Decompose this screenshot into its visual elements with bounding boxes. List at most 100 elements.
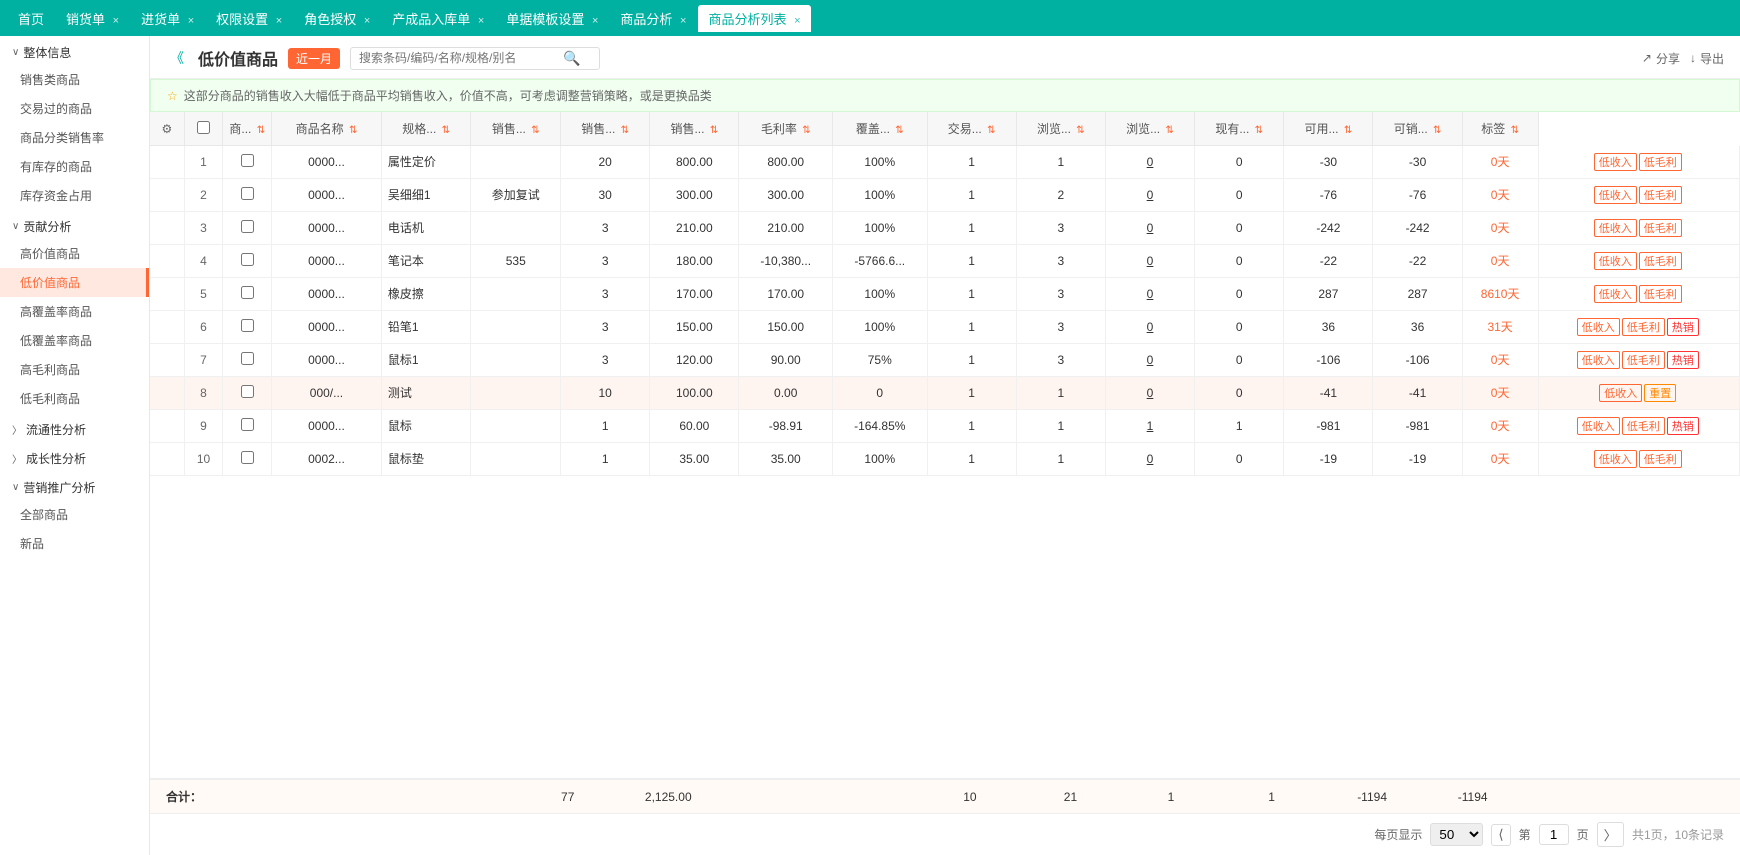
close-icon[interactable]: × bbox=[276, 15, 282, 27]
row-checkbox[interactable] bbox=[241, 154, 254, 167]
column-transactions[interactable]: 交易... ⇅ bbox=[927, 112, 1016, 146]
cell-checkbox[interactable] bbox=[223, 343, 272, 376]
nav-roles[interactable]: 角色授权 × bbox=[294, 5, 380, 32]
row-checkbox[interactable] bbox=[241, 286, 254, 299]
views-link[interactable]: 0 bbox=[1147, 155, 1154, 169]
column-name[interactable]: 商品名称 ⇅ bbox=[272, 112, 382, 146]
sidebar-item-high-coverage[interactable]: 高覆盖率商品 bbox=[0, 297, 149, 326]
column-sales-amount[interactable]: 销售... ⇅ bbox=[561, 112, 650, 146]
nav-product-analysis-list[interactable]: 商品分析列表 × bbox=[698, 5, 810, 32]
column-checkbox[interactable] bbox=[184, 112, 223, 146]
sidebar-item-sales-products[interactable]: 销售类商品 bbox=[0, 65, 149, 94]
views-link[interactable]: 1 bbox=[1147, 419, 1154, 433]
row-checkbox[interactable] bbox=[241, 253, 254, 266]
nav-purchase-order[interactable]: 进货单 × bbox=[131, 5, 204, 32]
cell-checkbox[interactable] bbox=[223, 146, 272, 179]
close-icon[interactable]: × bbox=[794, 15, 800, 27]
row-checkbox[interactable] bbox=[241, 451, 254, 464]
views-link[interactable]: 0 bbox=[1147, 386, 1154, 400]
sidebar-item-all-products[interactable]: 全部商品 bbox=[0, 500, 149, 529]
column-available-stock[interactable]: 可用... ⇅ bbox=[1284, 112, 1373, 146]
sidebar-section-title-growth[interactable]: 〉 成长性分析 bbox=[0, 442, 149, 471]
select-all-checkbox[interactable] bbox=[197, 121, 210, 134]
sidebar-item-traded-products[interactable]: 交易过的商品 bbox=[0, 94, 149, 123]
sidebar-item-new-products[interactable]: 新品 bbox=[0, 529, 149, 558]
cell-views1[interactable]: 0 bbox=[1105, 244, 1194, 277]
cell-views1[interactable]: 0 bbox=[1105, 146, 1194, 179]
sidebar-item-low-value[interactable]: 低价值商品 bbox=[0, 268, 149, 297]
sidebar-item-low-coverage[interactable]: 低覆盖率商品 bbox=[0, 326, 149, 355]
row-checkbox[interactable] bbox=[241, 352, 254, 365]
views-link[interactable]: 0 bbox=[1147, 353, 1154, 367]
cell-checkbox[interactable] bbox=[223, 178, 272, 211]
row-checkbox[interactable] bbox=[241, 319, 254, 332]
column-margin[interactable]: 毛利率 ⇅ bbox=[739, 112, 833, 146]
sidebar-item-high-value[interactable]: 高价值商品 bbox=[0, 239, 149, 268]
close-icon[interactable]: × bbox=[113, 15, 119, 27]
share-button[interactable]: ↗ 分享 bbox=[1642, 50, 1680, 67]
sidebar-item-stocked-products[interactable]: 有库存的商品 bbox=[0, 152, 149, 181]
nav-product-analysis[interactable]: 商品分析 × bbox=[610, 5, 696, 32]
close-icon[interactable]: × bbox=[364, 15, 370, 27]
cell-views1[interactable]: 0 bbox=[1105, 310, 1194, 343]
column-tags[interactable]: 标签 ⇅ bbox=[1462, 112, 1538, 146]
next-page-button[interactable]: 〉 bbox=[1597, 822, 1624, 847]
row-checkbox[interactable] bbox=[241, 220, 254, 233]
search-input[interactable] bbox=[359, 51, 559, 65]
cell-checkbox[interactable] bbox=[223, 244, 272, 277]
first-page-button[interactable]: ⟨ bbox=[1491, 824, 1510, 846]
page-number-input[interactable] bbox=[1539, 824, 1569, 845]
nav-home[interactable]: 首页 bbox=[8, 5, 54, 32]
views-link[interactable]: 0 bbox=[1147, 221, 1154, 235]
sidebar-section-title-circulation[interactable]: 〉 流通性分析 bbox=[0, 413, 149, 442]
cell-views1[interactable]: 0 bbox=[1105, 343, 1194, 376]
views-link[interactable]: 0 bbox=[1147, 188, 1154, 202]
sidebar-section-title-contribution[interactable]: ∨ 贡献分析 bbox=[0, 210, 149, 239]
page-size-select[interactable]: 50 100 bbox=[1430, 823, 1483, 846]
sidebar-item-inventory-funds[interactable]: 库存资金占用 bbox=[0, 181, 149, 210]
cell-views1[interactable]: 1 bbox=[1105, 409, 1194, 442]
nav-finished-goods[interactable]: 产成品入库单 × bbox=[382, 5, 494, 32]
cell-views1[interactable]: 0 bbox=[1105, 277, 1194, 310]
nav-sales-order[interactable]: 销货单 × bbox=[56, 5, 129, 32]
sidebar-section-title-overview[interactable]: ∨ 整体信息 bbox=[0, 36, 149, 65]
nav-permissions[interactable]: 权限设置 × bbox=[206, 5, 292, 32]
column-views2[interactable]: 浏览... ⇅ bbox=[1105, 112, 1194, 146]
close-icon[interactable]: × bbox=[188, 15, 194, 27]
cell-views1[interactable]: 0 bbox=[1105, 211, 1194, 244]
column-saleable-days[interactable]: 可销... ⇅ bbox=[1373, 112, 1462, 146]
views-link[interactable]: 0 bbox=[1147, 320, 1154, 334]
views-link[interactable]: 0 bbox=[1147, 287, 1154, 301]
close-icon[interactable]: × bbox=[478, 15, 484, 27]
column-sales-avg[interactable]: 销售... ⇅ bbox=[650, 112, 739, 146]
column-code[interactable]: 商... ⇅ bbox=[223, 112, 272, 146]
cell-views1[interactable]: 0 bbox=[1105, 178, 1194, 211]
views-link[interactable]: 0 bbox=[1147, 254, 1154, 268]
cell-checkbox[interactable] bbox=[223, 376, 272, 409]
column-current-stock[interactable]: 现有... ⇅ bbox=[1195, 112, 1284, 146]
nav-template-settings[interactable]: 单据模板设置 × bbox=[496, 5, 608, 32]
close-icon[interactable]: × bbox=[592, 15, 598, 27]
cell-views1[interactable]: 0 bbox=[1105, 376, 1194, 409]
time-filter-button[interactable]: 近一月 bbox=[288, 48, 340, 69]
row-checkbox[interactable] bbox=[241, 187, 254, 200]
views-link[interactable]: 0 bbox=[1147, 452, 1154, 466]
column-settings-icon[interactable]: ⚙ bbox=[150, 112, 184, 146]
row-checkbox[interactable] bbox=[241, 385, 254, 398]
export-button[interactable]: ↓ 导出 bbox=[1690, 50, 1724, 67]
sidebar-section-title-marketing[interactable]: ∨ 营销推广分析 bbox=[0, 471, 149, 500]
row-checkbox[interactable] bbox=[241, 418, 254, 431]
search-icon[interactable]: 🔍 bbox=[563, 50, 580, 67]
cell-checkbox[interactable] bbox=[223, 409, 272, 442]
sidebar-item-low-margin[interactable]: 低毛利商品 bbox=[0, 384, 149, 413]
sidebar-item-high-margin[interactable]: 高毛利商品 bbox=[0, 355, 149, 384]
collapse-sidebar-button[interactable]: 《 bbox=[166, 48, 188, 68]
close-icon[interactable]: × bbox=[680, 15, 686, 27]
column-views1[interactable]: 浏览... ⇅ bbox=[1016, 112, 1105, 146]
column-spec[interactable]: 规格... ⇅ bbox=[381, 112, 471, 146]
cell-views1[interactable]: 0 bbox=[1105, 442, 1194, 475]
cell-checkbox[interactable] bbox=[223, 277, 272, 310]
cell-checkbox[interactable] bbox=[223, 310, 272, 343]
column-sales-qty[interactable]: 销售... ⇅ bbox=[471, 112, 561, 146]
column-coverage[interactable]: 覆盖... ⇅ bbox=[833, 112, 928, 146]
